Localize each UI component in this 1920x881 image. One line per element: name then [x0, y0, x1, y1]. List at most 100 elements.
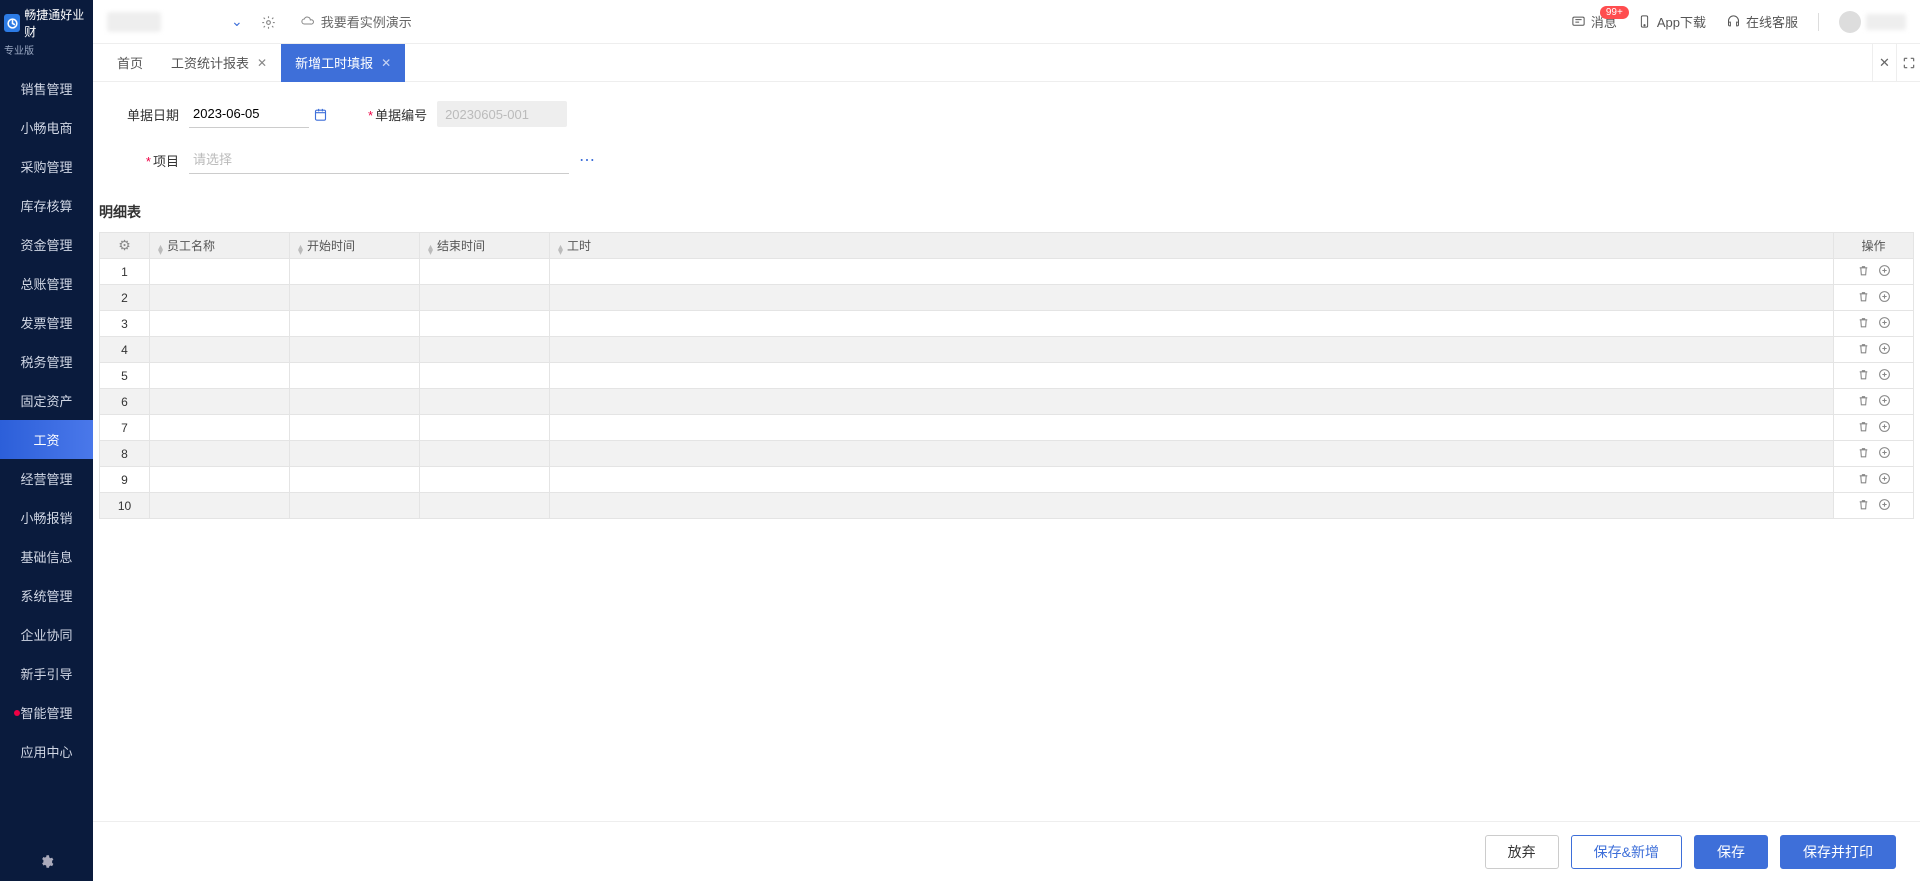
- cell-hours[interactable]: [550, 441, 1834, 467]
- close-icon[interactable]: ✕: [257, 56, 267, 70]
- delete-row-icon[interactable]: [1857, 368, 1870, 384]
- delete-row-icon[interactable]: [1857, 316, 1870, 332]
- th-hours[interactable]: ▴▾工时: [550, 233, 1834, 259]
- cell-start-time[interactable]: [290, 337, 420, 363]
- sidebar-item[interactable]: 基础信息: [0, 537, 93, 576]
- cell-hours[interactable]: [550, 415, 1834, 441]
- cell-hours[interactable]: [550, 337, 1834, 363]
- company-selector[interactable]: ⌄: [107, 12, 243, 32]
- sidebar-item[interactable]: 工资: [0, 420, 93, 459]
- cell-end-time[interactable]: [420, 415, 550, 441]
- cell-end-time[interactable]: [420, 337, 550, 363]
- cell-hours[interactable]: [550, 311, 1834, 337]
- add-row-icon[interactable]: [1878, 420, 1891, 436]
- cell-end-time[interactable]: [420, 389, 550, 415]
- sidebar-item[interactable]: 小畅电商: [0, 108, 93, 147]
- th-employee-name[interactable]: ▴▾员工名称: [150, 233, 290, 259]
- sidebar-item[interactable]: 经营管理: [0, 459, 93, 498]
- cell-hours[interactable]: [550, 259, 1834, 285]
- add-row-icon[interactable]: [1878, 498, 1891, 514]
- delete-row-icon[interactable]: [1857, 290, 1870, 306]
- app-download-link[interactable]: App下载: [1637, 12, 1706, 31]
- discard-button[interactable]: 放弃: [1485, 835, 1559, 869]
- sidebar-item[interactable]: 应用中心: [0, 732, 93, 771]
- tab[interactable]: 首页: [103, 44, 157, 82]
- th-start-time[interactable]: ▴▾开始时间: [290, 233, 420, 259]
- messages-link[interactable]: 消息 99+: [1571, 12, 1617, 31]
- cell-end-time[interactable]: [420, 363, 550, 389]
- tab-expand[interactable]: [1896, 44, 1920, 82]
- cell-end-time[interactable]: [420, 259, 550, 285]
- cell-employee-name[interactable]: [150, 493, 290, 519]
- sidebar-item[interactable]: 企业协同: [0, 615, 93, 654]
- cell-hours[interactable]: [550, 493, 1834, 519]
- cell-hours[interactable]: [550, 363, 1834, 389]
- cell-start-time[interactable]: [290, 415, 420, 441]
- save-button[interactable]: 保存: [1694, 835, 1768, 869]
- add-row-icon[interactable]: [1878, 472, 1891, 488]
- close-icon[interactable]: ✕: [381, 56, 391, 70]
- cell-end-time[interactable]: [420, 285, 550, 311]
- delete-row-icon[interactable]: [1857, 264, 1870, 280]
- tab-close-all[interactable]: ✕: [1872, 44, 1896, 82]
- calendar-icon[interactable]: [313, 106, 328, 123]
- delete-row-icon[interactable]: [1857, 472, 1870, 488]
- add-row-icon[interactable]: [1878, 342, 1891, 358]
- delete-row-icon[interactable]: [1857, 394, 1870, 410]
- sidebar-settings[interactable]: [0, 843, 93, 881]
- cell-employee-name[interactable]: [150, 389, 290, 415]
- th-end-time[interactable]: ▴▾结束时间: [420, 233, 550, 259]
- add-row-icon[interactable]: [1878, 290, 1891, 306]
- sidebar-item[interactable]: 资金管理: [0, 225, 93, 264]
- cell-end-time[interactable]: [420, 493, 550, 519]
- cell-employee-name[interactable]: [150, 311, 290, 337]
- th-config[interactable]: ⚙: [100, 233, 150, 259]
- cell-employee-name[interactable]: [150, 285, 290, 311]
- cell-start-time[interactable]: [290, 259, 420, 285]
- sidebar-item[interactable]: 销售管理: [0, 69, 93, 108]
- save-new-button[interactable]: 保存&新增: [1571, 835, 1682, 869]
- sidebar-item[interactable]: 固定资产: [0, 381, 93, 420]
- add-row-icon[interactable]: [1878, 264, 1891, 280]
- sidebar-item[interactable]: 采购管理: [0, 147, 93, 186]
- cell-employee-name[interactable]: [150, 259, 290, 285]
- cell-start-time[interactable]: [290, 285, 420, 311]
- delete-row-icon[interactable]: [1857, 498, 1870, 514]
- cell-hours[interactable]: [550, 389, 1834, 415]
- cell-start-time[interactable]: [290, 493, 420, 519]
- sidebar-item[interactable]: 库存核算: [0, 186, 93, 225]
- customer-service-link[interactable]: 在线客服: [1726, 12, 1798, 31]
- tab[interactable]: 工资统计报表✕: [157, 44, 281, 82]
- cell-employee-name[interactable]: [150, 467, 290, 493]
- project-lookup[interactable]: ⋯: [579, 150, 596, 170]
- cell-start-time[interactable]: [290, 467, 420, 493]
- sidebar-item[interactable]: 系统管理: [0, 576, 93, 615]
- cell-hours[interactable]: [550, 285, 1834, 311]
- sidebar-item[interactable]: 智能管理: [0, 693, 93, 732]
- cell-hours[interactable]: [550, 467, 1834, 493]
- cell-employee-name[interactable]: [150, 441, 290, 467]
- delete-row-icon[interactable]: [1857, 446, 1870, 462]
- add-row-icon[interactable]: [1878, 394, 1891, 410]
- cell-employee-name[interactable]: [150, 337, 290, 363]
- add-row-icon[interactable]: [1878, 368, 1891, 384]
- tab[interactable]: 新增工时填报✕: [281, 44, 405, 82]
- cell-end-time[interactable]: [420, 311, 550, 337]
- demo-link[interactable]: 我要看实例演示: [300, 12, 412, 31]
- project-input[interactable]: [189, 146, 569, 174]
- delete-row-icon[interactable]: [1857, 342, 1870, 358]
- cell-start-time[interactable]: [290, 311, 420, 337]
- cell-end-time[interactable]: [420, 441, 550, 467]
- cell-start-time[interactable]: [290, 389, 420, 415]
- save-print-button[interactable]: 保存并打印: [1780, 835, 1896, 869]
- cell-employee-name[interactable]: [150, 363, 290, 389]
- cell-start-time[interactable]: [290, 441, 420, 467]
- sidebar-item[interactable]: 税务管理: [0, 342, 93, 381]
- date-input[interactable]: [189, 100, 309, 128]
- header-settings[interactable]: [261, 13, 276, 30]
- add-row-icon[interactable]: [1878, 316, 1891, 332]
- user-menu[interactable]: [1839, 11, 1906, 33]
- delete-row-icon[interactable]: [1857, 420, 1870, 436]
- sidebar-item[interactable]: 新手引导: [0, 654, 93, 693]
- sidebar-item[interactable]: 发票管理: [0, 303, 93, 342]
